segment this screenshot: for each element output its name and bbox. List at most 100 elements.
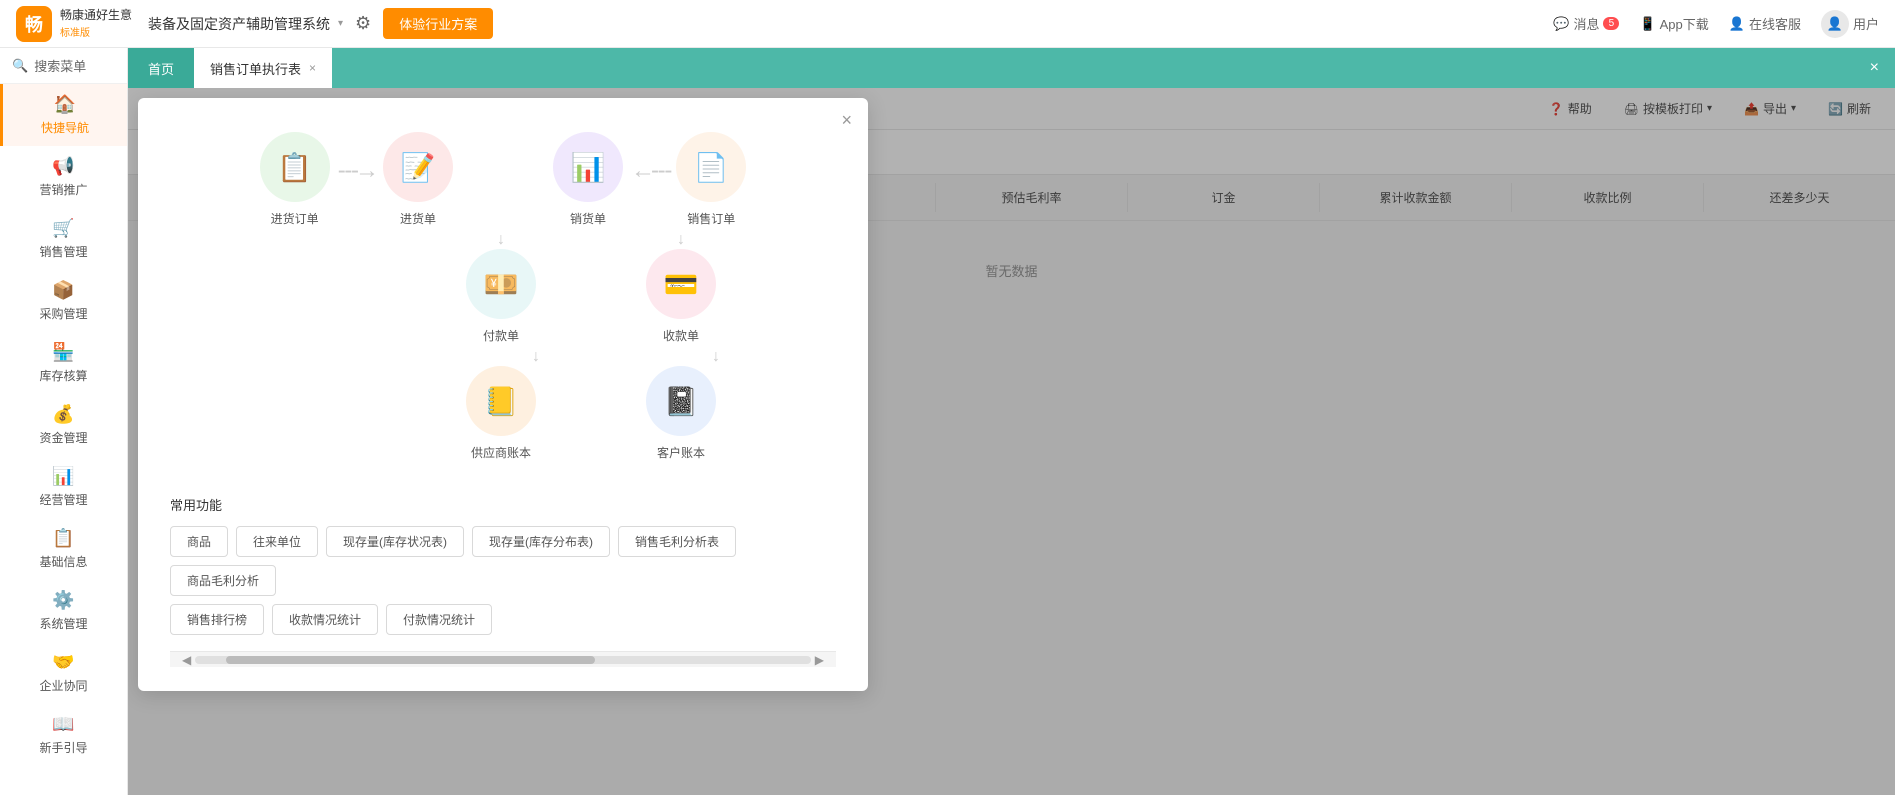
scroll-left-icon[interactable]: ◀ <box>178 653 195 667</box>
modal-close-button[interactable]: × <box>841 110 852 131</box>
tab-close-icon[interactable]: × <box>309 61 316 75</box>
experience-button[interactable]: 体验行业方案 <box>383 8 493 39</box>
money-icon: 💰 <box>52 404 74 425</box>
sidebar: 🔍 搜索菜单 🏠 快捷导航 📢 营销推广 🛒 销售管理 📦 采购管理 🏪 <box>0 48 128 795</box>
purchase-order-label: 进货订单 <box>271 210 319 227</box>
search-icon: 🔍 <box>12 58 28 74</box>
store-icon: 🏪 <box>52 342 74 363</box>
message-badge: 5 <box>1603 17 1619 30</box>
system-title: 装备及固定资产辅助管理系统 <box>148 14 330 34</box>
sales-bill-down-arrow: ↓ <box>646 231 716 249</box>
common-functions-title: 常用功能 <box>170 495 836 514</box>
download-icon: 📱 <box>1639 16 1655 32</box>
func-btn-sales-analysis[interactable]: 销售毛利分析表 <box>618 526 736 557</box>
sidebar-item-sales[interactable]: 🛒 销售管理 <box>0 208 127 270</box>
modal-overlay: × 📋 进货订单 <box>128 88 1895 795</box>
sales-bill-label: 销货单 <box>570 210 606 227</box>
func-btn-stock-distribution[interactable]: 现存量(库存分布表) <box>472 526 610 557</box>
common-functions-section: 常用功能 商品 往来单位 现存量(库存状况表) 现存量(库存分布表) 销售毛利分… <box>170 495 836 635</box>
func-btn-receipt-stats[interactable]: 收款情况统计 <box>272 604 378 635</box>
flow-node-supplier-ledger: 📒 供应商账本 <box>466 366 536 461</box>
app-download-button[interactable]: 📱 App下载 <box>1639 14 1708 33</box>
package-icon: 📦 <box>52 280 74 301</box>
logo-icon: 畅 <box>16 6 52 42</box>
system-dropdown[interactable]: ▾ <box>338 18 343 29</box>
supplier-ledger-icon: 📒 <box>466 366 536 436</box>
receipt-down-arrow: ↓ <box>681 348 751 366</box>
gear-icon: ⚙️ <box>52 590 74 611</box>
sidebar-item-label: 快捷导航 <box>41 119 89 136</box>
purchase-bill-down-arrow: ↓ <box>466 231 536 249</box>
receipt-label: 收款单 <box>663 327 699 344</box>
sidebar-item-enterprise[interactable]: 🤝 企业协同 <box>0 642 127 704</box>
supplier-ledger-label: 供应商账本 <box>471 444 531 461</box>
logo-area: 畅 畅康通好生意 标准版 <box>16 6 132 42</box>
flow-node-payment: 💴 付款单 <box>466 249 536 344</box>
arrow-left-dashed: ←- - - <box>631 157 668 185</box>
cart-icon: 🛒 <box>52 218 74 239</box>
sidebar-item-inventory[interactable]: 🏪 库存核算 <box>0 332 127 394</box>
scrollbar-thumb <box>226 656 595 664</box>
logo-text: 畅康通好生意 <box>60 8 132 24</box>
receipt-icon: 💳 <box>646 249 716 319</box>
flow-node-sales-order: 📄 销售订单 <box>676 132 746 227</box>
customer-ledger-icon: 📓 <box>646 366 716 436</box>
payment-down-arrow: ↓ <box>501 348 571 366</box>
tab-close-all-button[interactable]: × <box>1854 59 1895 77</box>
handshake-icon: 🤝 <box>52 652 74 673</box>
payment-label: 付款单 <box>483 327 519 344</box>
online-service-button[interactable]: 👤 在线客服 <box>1729 14 1801 33</box>
flow-modal: × 📋 进货订单 <box>138 98 868 691</box>
service-icon: 👤 <box>1729 16 1745 32</box>
settings-icon[interactable]: ⚙ <box>355 13 371 34</box>
func-buttons-row2: 销售排行榜 收款情况统计 付款情况统计 <box>170 604 836 635</box>
func-buttons-row1: 商品 往来单位 现存量(库存状况表) 现存量(库存分布表) 销售毛利分析表 商品… <box>170 526 836 596</box>
content-body: ❓ 帮助 🖨 按模板打印 ▾ 📤 导出 ▾ <box>128 88 1895 795</box>
arrow-right-solid: - - -→ <box>338 157 375 185</box>
flow-node-customer-ledger: 📓 客户账本 <box>646 366 716 461</box>
scrollbar-track[interactable] <box>195 656 811 664</box>
user-menu[interactable]: 👤 用户 <box>1821 10 1879 38</box>
home-icon: 🏠 <box>54 94 76 115</box>
book-icon: 📖 <box>52 714 74 735</box>
message-label: 消息 <box>1573 14 1599 33</box>
sales-order-label: 销售订单 <box>687 210 735 227</box>
logo-sub: 标准版 <box>60 24 132 39</box>
avatar: 👤 <box>1821 10 1849 38</box>
sales-bill-icon: 📊 <box>553 132 623 202</box>
top-bar-right: 💬 消息 5 📱 App下载 👤 在线客服 👤 用户 <box>1553 10 1879 38</box>
func-btn-product-margin[interactable]: 商品毛利分析 <box>170 565 276 596</box>
modal-scrollbar[interactable]: ◀ ▶ <box>170 651 836 667</box>
sidebar-item-finance[interactable]: 💰 资金管理 <box>0 394 127 456</box>
sidebar-item-basic-info[interactable]: 📋 基础信息 <box>0 518 127 580</box>
sidebar-item-system[interactable]: ⚙️ 系统管理 <box>0 580 127 642</box>
func-btn-counterpart[interactable]: 往来单位 <box>236 526 318 557</box>
megaphone-icon: 📢 <box>52 156 74 177</box>
customer-ledger-label: 客户账本 <box>657 444 705 461</box>
flow-node-receipt: 💳 收款单 <box>646 249 716 344</box>
clipboard-icon: 📋 <box>52 528 74 549</box>
payment-icon: 💴 <box>466 249 536 319</box>
sidebar-item-marketing[interactable]: 📢 营销推广 <box>0 146 127 208</box>
message-icon: 💬 <box>1553 16 1569 32</box>
func-btn-product[interactable]: 商品 <box>170 526 228 557</box>
tab-sales-order[interactable]: 销售订单执行表 × <box>194 48 332 88</box>
purchase-bill-label: 进货单 <box>400 210 436 227</box>
sidebar-item-guide[interactable]: 📖 新手引导 <box>0 704 127 766</box>
sidebar-item-quick-nav[interactable]: 🏠 快捷导航 <box>0 84 127 146</box>
func-btn-stock-status[interactable]: 现存量(库存状况表) <box>326 526 464 557</box>
sidebar-item-operations[interactable]: 📊 经营管理 <box>0 456 127 518</box>
sidebar-item-purchase[interactable]: 📦 采购管理 <box>0 270 127 332</box>
func-btn-payment-stats[interactable]: 付款情况统计 <box>386 604 492 635</box>
flow-node-purchase-bill: 📝 进货单 <box>383 132 453 227</box>
tab-home[interactable]: 首页 <box>128 48 194 88</box>
flow-node-sales-bill: 📊 销货单 <box>553 132 623 227</box>
tab-bar: 首页 销售订单执行表 × × <box>128 48 1895 88</box>
purchase-order-icon: 📋 <box>260 132 330 202</box>
message-button[interactable]: 💬 消息 5 <box>1553 14 1619 33</box>
search-menu-button[interactable]: 🔍 搜索菜单 <box>0 48 127 84</box>
flow-node-purchase-order: 📋 进货订单 <box>260 132 330 227</box>
purchase-bill-icon: 📝 <box>383 132 453 202</box>
func-btn-sales-ranking[interactable]: 销售排行榜 <box>170 604 264 635</box>
scroll-right-icon[interactable]: ▶ <box>811 653 828 667</box>
